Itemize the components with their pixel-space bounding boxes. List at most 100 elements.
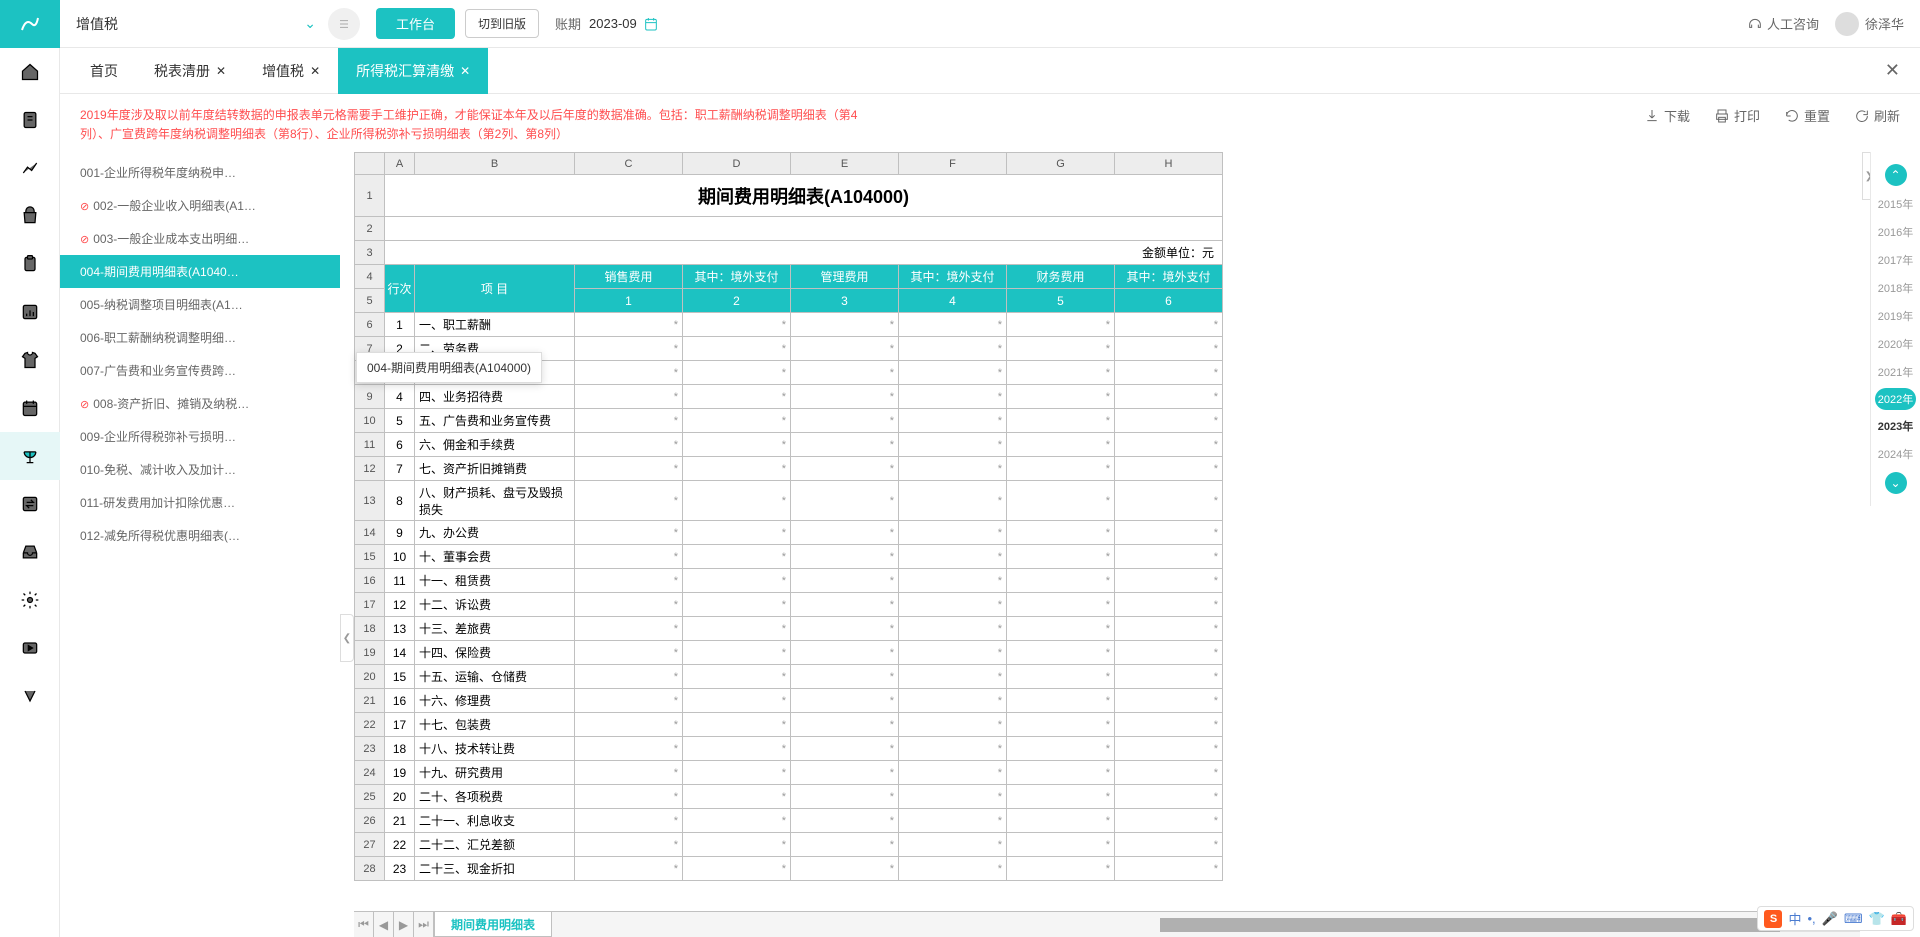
cell-18-1[interactable]: * — [575, 737, 683, 761]
tab-close-icon[interactable]: ✕ — [216, 64, 226, 78]
cell-14-2[interactable]: * — [683, 641, 791, 665]
cell-16-1[interactable]: * — [575, 689, 683, 713]
cell-23-2[interactable]: * — [683, 857, 791, 881]
spreadsheet[interactable]: ABCDEFGH1期间费用明细表(A104000)23金额单位：元4行次项 目销… — [354, 152, 1860, 907]
cell-19-5[interactable]: * — [1007, 761, 1115, 785]
cell-11-5[interactable]: * — [1007, 569, 1115, 593]
cell-11-3[interactable]: * — [791, 569, 899, 593]
form-item-9[interactable]: 010-免税、减计收入及加计… — [60, 453, 340, 486]
cell-1-1[interactable]: * — [575, 313, 683, 337]
cell-22-2[interactable]: * — [683, 833, 791, 857]
cell-18-4[interactable]: * — [899, 737, 1007, 761]
cell-1-6[interactable]: * — [1115, 313, 1223, 337]
cell-12-2[interactable]: * — [683, 593, 791, 617]
cell-16-2[interactable]: * — [683, 689, 791, 713]
sheet-nav-last[interactable]: ⏭ — [414, 912, 434, 937]
cell-1-4[interactable]: * — [899, 313, 1007, 337]
cell-6-1[interactable]: * — [575, 433, 683, 457]
cell-17-6[interactable]: * — [1115, 713, 1223, 737]
nav-calendar[interactable] — [0, 384, 60, 432]
cell-13-3[interactable]: * — [791, 617, 899, 641]
cell-10-1[interactable]: * — [575, 545, 683, 569]
form-item-10[interactable]: 011-研发费用加计扣除优惠… — [60, 486, 340, 519]
cell-5-5[interactable]: * — [1007, 409, 1115, 433]
ime-keyboard-icon[interactable]: ⌨ — [1844, 911, 1863, 927]
cell-9-6[interactable]: * — [1115, 521, 1223, 545]
cell-15-4[interactable]: * — [899, 665, 1007, 689]
cell-2-2[interactable]: * — [683, 337, 791, 361]
cell-20-6[interactable]: * — [1115, 785, 1223, 809]
cell-2-4[interactable]: * — [899, 337, 1007, 361]
ime-lang[interactable]: 中 — [1788, 909, 1801, 928]
cell-10-3[interactable]: * — [791, 545, 899, 569]
ime-mic-icon[interactable]: 🎤 — [1822, 911, 1838, 927]
cell-13-4[interactable]: * — [899, 617, 1007, 641]
cell-5-3[interactable]: * — [791, 409, 899, 433]
collapse-sidebar-handle[interactable]: ❮ — [340, 614, 354, 662]
cell-8-2[interactable]: * — [683, 481, 791, 521]
cell-3-2[interactable]: * — [683, 361, 791, 385]
cell-10-2[interactable]: * — [683, 545, 791, 569]
cell-17-3[interactable]: * — [791, 713, 899, 737]
cell-23-6[interactable]: * — [1115, 857, 1223, 881]
cell-17-2[interactable]: * — [683, 713, 791, 737]
cell-11-1[interactable]: * — [575, 569, 683, 593]
cell-5-4[interactable]: * — [899, 409, 1007, 433]
switch-old-button[interactable]: 切到旧版 — [465, 9, 539, 38]
cell-13-6[interactable]: * — [1115, 617, 1223, 641]
horizontal-scrollbar[interactable] — [1160, 918, 1860, 932]
workbench-button[interactable]: 工作台 — [376, 8, 455, 39]
year-2016年[interactable]: 2016年 — [1871, 218, 1920, 246]
cell-23-4[interactable]: * — [899, 857, 1007, 881]
cell-10-5[interactable]: * — [1007, 545, 1115, 569]
nav-doc[interactable] — [0, 96, 60, 144]
cell-21-1[interactable]: * — [575, 809, 683, 833]
cell-12-6[interactable]: * — [1115, 593, 1223, 617]
cell-15-2[interactable]: * — [683, 665, 791, 689]
cell-18-3[interactable]: * — [791, 737, 899, 761]
nav-video[interactable] — [0, 624, 60, 672]
cell-22-5[interactable]: * — [1007, 833, 1115, 857]
cell-5-6[interactable]: * — [1115, 409, 1223, 433]
nav-chart[interactable] — [0, 144, 60, 192]
cell-22-6[interactable]: * — [1115, 833, 1223, 857]
form-item-0[interactable]: 001-企业所得税年度纳税申… — [60, 156, 340, 189]
nav-home[interactable] — [0, 48, 60, 96]
year-2018年[interactable]: 2018年 — [1871, 274, 1920, 302]
cell-15-5[interactable]: * — [1007, 665, 1115, 689]
cell-23-1[interactable]: * — [575, 857, 683, 881]
cell-21-5[interactable]: * — [1007, 809, 1115, 833]
cell-11-6[interactable]: * — [1115, 569, 1223, 593]
cell-8-3[interactable]: * — [791, 481, 899, 521]
cell-15-1[interactable]: * — [575, 665, 683, 689]
tab-1[interactable]: 税表清册✕ — [136, 48, 244, 94]
cell-9-3[interactable]: * — [791, 521, 899, 545]
cell-22-1[interactable]: * — [575, 833, 683, 857]
cell-4-5[interactable]: * — [1007, 385, 1115, 409]
nav-settings[interactable] — [0, 576, 60, 624]
nav-v[interactable] — [0, 672, 60, 720]
nav-transfer[interactable] — [0, 480, 60, 528]
cell-19-6[interactable]: * — [1115, 761, 1223, 785]
cell-7-5[interactable]: * — [1007, 457, 1115, 481]
cell-1-3[interactable]: * — [791, 313, 899, 337]
cell-4-1[interactable]: * — [575, 385, 683, 409]
form-item-8[interactable]: 009-企业所得税弥补亏损明… — [60, 420, 340, 453]
cell-9-1[interactable]: * — [575, 521, 683, 545]
cell-1-2[interactable]: * — [683, 313, 791, 337]
cell-4-4[interactable]: * — [899, 385, 1007, 409]
cell-13-2[interactable]: * — [683, 617, 791, 641]
nav-bag[interactable] — [0, 192, 60, 240]
year-scroll-down[interactable]: ⌄ — [1885, 472, 1907, 494]
cell-8-4[interactable]: * — [899, 481, 1007, 521]
cell-21-3[interactable]: * — [791, 809, 899, 833]
form-item-2[interactable]: ⊘003-一般企业成本支出明细… — [60, 222, 340, 255]
nav-tax[interactable] — [0, 432, 60, 480]
list-icon-button[interactable] — [328, 8, 360, 40]
cell-2-5[interactable]: * — [1007, 337, 1115, 361]
cell-16-4[interactable]: * — [899, 689, 1007, 713]
year-2022年[interactable]: 2022年 — [1875, 388, 1916, 410]
cell-20-1[interactable]: * — [575, 785, 683, 809]
cell-10-6[interactable]: * — [1115, 545, 1223, 569]
cell-20-3[interactable]: * — [791, 785, 899, 809]
